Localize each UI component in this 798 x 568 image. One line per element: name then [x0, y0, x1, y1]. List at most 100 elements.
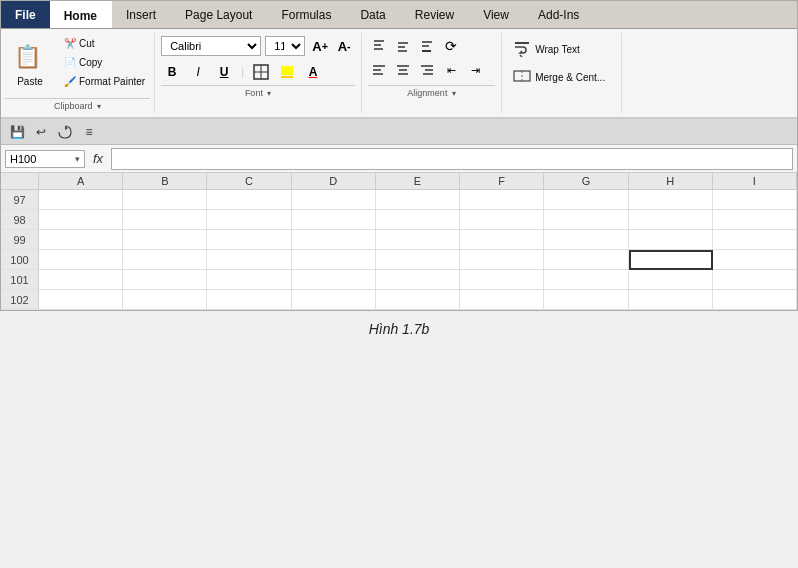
cell-97-g[interactable]: [544, 190, 628, 210]
cell-99-f[interactable]: [460, 230, 544, 250]
cell-100-g[interactable]: [544, 250, 628, 270]
align-bottom-button[interactable]: [416, 35, 438, 57]
col-header-d[interactable]: D: [292, 173, 376, 189]
cell-97-i[interactable]: [713, 190, 797, 210]
cell-100-h[interactable]: [629, 250, 713, 270]
undo-button[interactable]: ↩: [31, 122, 51, 142]
name-box[interactable]: H100 ▾: [5, 150, 85, 168]
cell-97-h[interactable]: [629, 190, 713, 210]
cell-100-a[interactable]: [39, 250, 123, 270]
cell-99-a[interactable]: [39, 230, 123, 250]
cell-97-a[interactable]: [39, 190, 123, 210]
cut-button[interactable]: ✂️ Cut: [59, 35, 150, 52]
cell-101-c[interactable]: [207, 270, 291, 290]
font-color-button[interactable]: A: [302, 61, 324, 83]
cell-98-e[interactable]: [376, 210, 460, 230]
col-header-c[interactable]: C: [207, 173, 291, 189]
align-left-button[interactable]: [368, 59, 390, 81]
cell-100-b[interactable]: [123, 250, 207, 270]
fill-color-button[interactable]: [276, 61, 298, 83]
tab-page-layout[interactable]: Page Layout: [171, 1, 267, 28]
cell-100-f[interactable]: [460, 250, 544, 270]
cell-99-b[interactable]: [123, 230, 207, 250]
border-button[interactable]: [250, 61, 272, 83]
cell-101-a[interactable]: [39, 270, 123, 290]
cell-102-c[interactable]: [207, 290, 291, 310]
cell-98-b[interactable]: [123, 210, 207, 230]
formula-input[interactable]: [111, 148, 793, 170]
font-size-select[interactable]: 11: [265, 36, 305, 56]
indent-decrease-button[interactable]: ⇤: [440, 59, 462, 81]
cell-98-i[interactable]: [713, 210, 797, 230]
cell-98-h[interactable]: [629, 210, 713, 230]
cell-97-d[interactable]: [292, 190, 376, 210]
cell-101-h[interactable]: [629, 270, 713, 290]
font-name-select[interactable]: Calibri: [161, 36, 261, 56]
cell-102-b[interactable]: [123, 290, 207, 310]
cell-99-h[interactable]: [629, 230, 713, 250]
tab-home[interactable]: Home: [50, 1, 112, 28]
tab-file[interactable]: File: [1, 1, 50, 28]
cell-101-f[interactable]: [460, 270, 544, 290]
col-header-b[interactable]: B: [123, 173, 207, 189]
font-expand-icon[interactable]: ▾: [267, 89, 271, 98]
merge-center-button[interactable]: Merge & Cent...: [508, 63, 615, 91]
tab-view[interactable]: View: [469, 1, 524, 28]
italic-button[interactable]: I: [187, 61, 209, 83]
cell-99-i[interactable]: [713, 230, 797, 250]
cell-101-e[interactable]: [376, 270, 460, 290]
wrap-text-button[interactable]: Wrap Text: [508, 35, 615, 63]
tab-formulas[interactable]: Formulas: [267, 1, 346, 28]
cell-102-i[interactable]: [713, 290, 797, 310]
cell-98-a[interactable]: [39, 210, 123, 230]
cell-101-g[interactable]: [544, 270, 628, 290]
tab-add-ins[interactable]: Add-Ins: [524, 1, 594, 28]
col-header-f[interactable]: F: [460, 173, 544, 189]
font-label[interactable]: Font ▾: [161, 85, 355, 98]
cell-102-d[interactable]: [292, 290, 376, 310]
cell-100-e[interactable]: [376, 250, 460, 270]
name-box-arrow-icon[interactable]: ▾: [75, 154, 80, 164]
font-grow-button[interactable]: A+: [309, 35, 331, 57]
cell-102-f[interactable]: [460, 290, 544, 310]
col-header-g[interactable]: G: [544, 173, 628, 189]
cell-100-c[interactable]: [207, 250, 291, 270]
cell-100-i[interactable]: [713, 250, 797, 270]
col-header-a[interactable]: A: [39, 173, 123, 189]
cell-102-g[interactable]: [544, 290, 628, 310]
save-button[interactable]: 💾: [7, 122, 27, 142]
tab-insert[interactable]: Insert: [112, 1, 171, 28]
cell-98-f[interactable]: [460, 210, 544, 230]
cell-101-b[interactable]: [123, 270, 207, 290]
bold-button[interactable]: B: [161, 61, 183, 83]
cell-97-e[interactable]: [376, 190, 460, 210]
format-painter-button[interactable]: 🖌️ Format Painter: [59, 73, 150, 90]
cell-98-d[interactable]: [292, 210, 376, 230]
clipboard-expand-icon[interactable]: ▾: [97, 102, 101, 111]
cell-102-a[interactable]: [39, 290, 123, 310]
cell-99-d[interactable]: [292, 230, 376, 250]
align-center-button[interactable]: [392, 59, 414, 81]
alignment-label[interactable]: Alignment ▾: [368, 85, 495, 98]
cell-102-h[interactable]: [629, 290, 713, 310]
cell-97-f[interactable]: [460, 190, 544, 210]
cell-98-g[interactable]: [544, 210, 628, 230]
cell-99-e[interactable]: [376, 230, 460, 250]
col-header-e[interactable]: E: [376, 173, 460, 189]
cell-97-c[interactable]: [207, 190, 291, 210]
paste-button[interactable]: 📋 Paste: [5, 35, 55, 96]
cell-98-c[interactable]: [207, 210, 291, 230]
col-header-h[interactable]: H: [629, 173, 713, 189]
align-top-button[interactable]: [368, 35, 390, 57]
orientation-button[interactable]: ⟳: [440, 35, 462, 57]
font-shrink-button[interactable]: A-: [333, 35, 355, 57]
tab-data[interactable]: Data: [346, 1, 400, 28]
cell-101-d[interactable]: [292, 270, 376, 290]
underline-button[interactable]: U: [213, 61, 235, 83]
cell-101-i[interactable]: [713, 270, 797, 290]
cell-97-b[interactable]: [123, 190, 207, 210]
tab-review[interactable]: Review: [401, 1, 469, 28]
col-header-i[interactable]: I: [713, 173, 797, 189]
align-middle-button[interactable]: [392, 35, 414, 57]
cell-102-e[interactable]: [376, 290, 460, 310]
